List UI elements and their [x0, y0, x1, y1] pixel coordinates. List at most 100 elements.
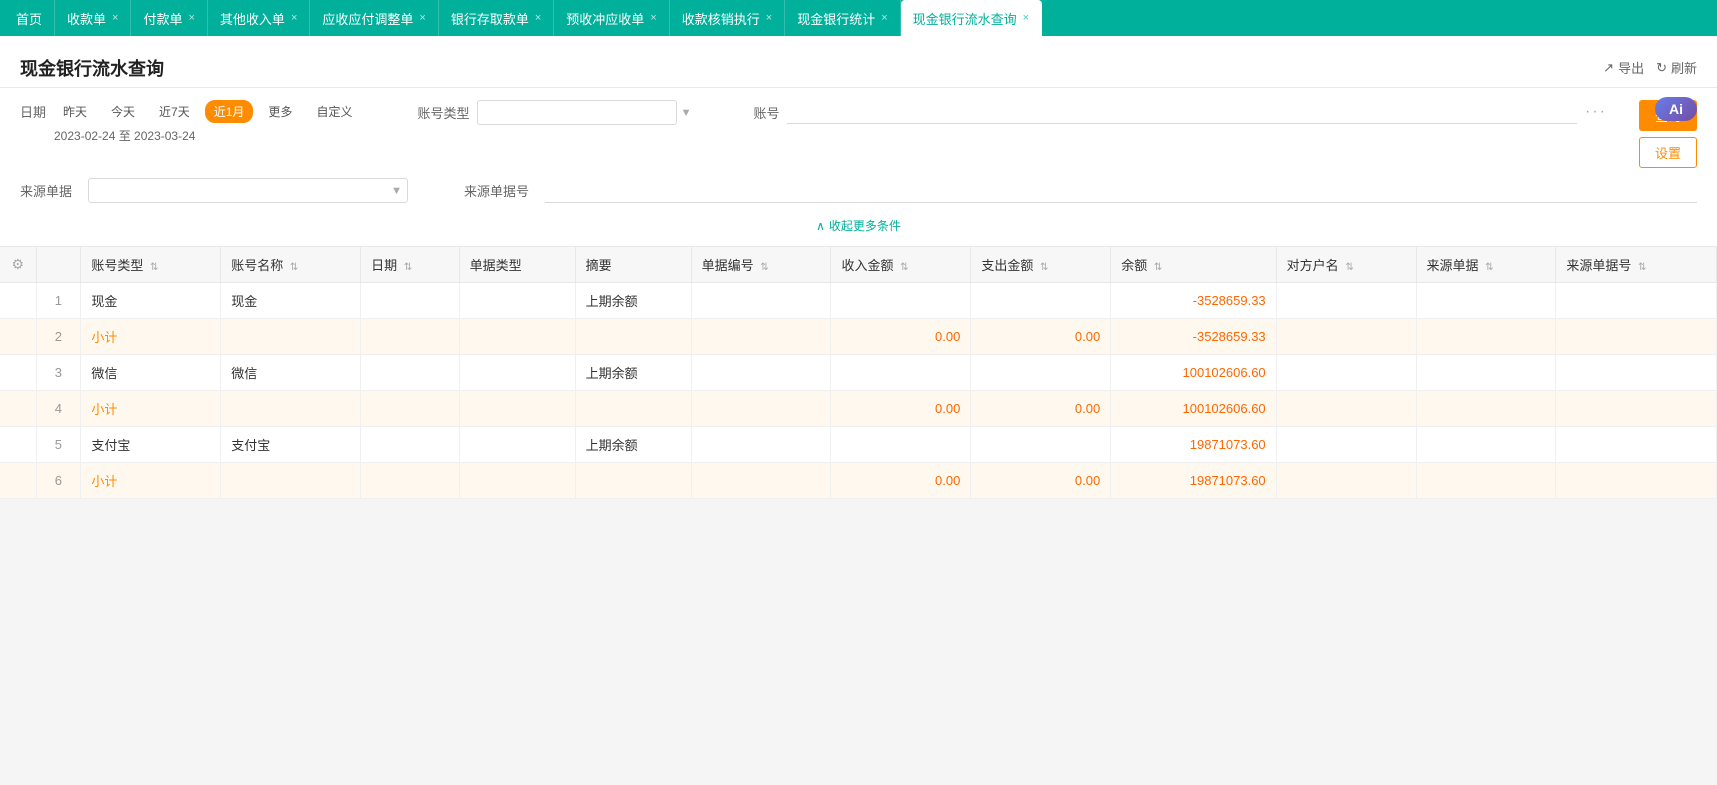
date-btn-7days[interactable]: 近7天: [150, 100, 199, 123]
nav-tab-bank-stat[interactable]: 现金银行统计 ×: [785, 0, 900, 36]
sort-balance-icon: ⇅: [1154, 262, 1162, 273]
nav-adjustment-label: 应收应付调整单: [322, 9, 413, 28]
nav-close-bank-flow[interactable]: ×: [1023, 12, 1029, 24]
nav-close-write-off[interactable]: ×: [766, 12, 772, 24]
nav-write-off-label: 收款核销执行: [682, 9, 760, 28]
table-cell: [1556, 355, 1717, 391]
refresh-icon: ↻: [1656, 60, 1667, 76]
table-cell: -3528659.33: [1111, 319, 1276, 355]
table-cell: [361, 427, 460, 463]
table-cell: [691, 463, 831, 499]
nav-close-adjustment[interactable]: ×: [419, 12, 425, 24]
nav-tab-bank-deposit[interactable]: 银行存取款单 ×: [439, 0, 554, 36]
table-cell: [971, 427, 1111, 463]
table-cell: 小计: [81, 391, 221, 427]
table-cell: [575, 463, 691, 499]
source-doc-select[interactable]: [88, 178, 408, 203]
sort-account-name-icon: ⇅: [290, 262, 298, 273]
col-source-doc[interactable]: 来源单据 ⇅: [1416, 247, 1556, 283]
nav-close-receipt[interactable]: ×: [112, 12, 118, 24]
account-type-label: 账号类型: [417, 103, 469, 122]
nav-close-bank-stat[interactable]: ×: [881, 12, 887, 24]
export-link[interactable]: ↗ 导出: [1603, 58, 1644, 77]
col-source-doc-no[interactable]: 来源单据号 ⇅: [1556, 247, 1717, 283]
table-cell: 0.00: [831, 319, 971, 355]
nav-tab-adjustment[interactable]: 应收应付调整单 ×: [310, 0, 438, 36]
refresh-link[interactable]: ↻ 刷新: [1656, 58, 1697, 77]
table-cell: [1416, 283, 1556, 319]
nav-bank-stat-label: 现金银行统计: [797, 9, 875, 28]
nav-close-bank-deposit[interactable]: ×: [535, 12, 541, 24]
nav-tab-receipt[interactable]: 收款单 ×: [55, 0, 131, 36]
account-type-select[interactable]: [477, 100, 677, 125]
col-counterparty[interactable]: 对方户名 ⇅: [1276, 247, 1416, 283]
date-btn-custom[interactable]: 自定义: [307, 100, 361, 123]
nav-tab-home[interactable]: 首页: [4, 0, 55, 36]
nav-close-payment[interactable]: ×: [188, 12, 194, 24]
nav-close-advance[interactable]: ×: [650, 12, 656, 24]
table-cell: 3: [36, 355, 81, 391]
date-btn-more[interactable]: 更多: [259, 100, 301, 123]
nav-bank-flow-label: 现金银行流水查询: [913, 9, 1017, 28]
top-nav: 首页 收款单 × 付款单 × 其他收入单 × 应收应付调整单 × 银行存取款单 …: [0, 0, 1717, 36]
source-doc-no-label: 来源单据号: [464, 181, 529, 200]
table-cell: [1416, 427, 1556, 463]
nav-tab-payment[interactable]: 付款单 ×: [131, 0, 207, 36]
table-cell: 100102606.60: [1111, 391, 1276, 427]
table-cell: [0, 427, 36, 463]
nav-bank-deposit-label: 银行存取款单: [451, 9, 529, 28]
collapse-bar[interactable]: ∧ 收起更多条件: [20, 213, 1697, 234]
table-row: 1现金现金上期余额-3528659.33: [0, 283, 1717, 319]
source-doc-no-input[interactable]: [545, 179, 1697, 203]
table-cell: 现金: [81, 283, 221, 319]
export-label: 导出: [1618, 58, 1644, 77]
table-cell: [971, 283, 1111, 319]
date-options: 昨天 今天 近7天 近1月 更多 自定义: [54, 100, 361, 123]
settings-button[interactable]: 设置: [1639, 137, 1697, 168]
table-cell: [691, 319, 831, 355]
table-cell: 0.00: [831, 391, 971, 427]
filter-area: 日期 昨天 今天 近7天 近1月 更多 自定义 2023-02-24 至 202…: [0, 88, 1717, 247]
date-btn-yesterday[interactable]: 昨天: [54, 100, 96, 123]
table-cell: [361, 463, 460, 499]
table-cell: [1556, 463, 1717, 499]
nav-receipt-label: 收款单: [67, 9, 106, 28]
nav-tab-advance[interactable]: 预收冲应收单 ×: [554, 0, 669, 36]
ai-label: Ai: [1669, 101, 1683, 117]
nav-tab-write-off[interactable]: 收款核销执行 ×: [670, 0, 785, 36]
table-cell: 微信: [221, 355, 361, 391]
sort-source-doc-icon: ⇅: [1485, 262, 1493, 273]
account-type-chevron-icon: ▼: [681, 107, 692, 119]
date-range-display: 2023-02-24 至 2023-03-24: [54, 129, 195, 143]
table-cell: 1: [36, 283, 81, 319]
table-row: 4小计0.000.00100102606.60: [0, 391, 1717, 427]
col-settings[interactable]: ⚙: [0, 247, 36, 283]
nav-close-other-income[interactable]: ×: [291, 12, 297, 24]
nav-tab-bank-flow[interactable]: 现金银行流水查询 ×: [901, 0, 1042, 36]
table-cell: [459, 319, 575, 355]
nav-payment-label: 付款单: [143, 9, 182, 28]
col-date[interactable]: 日期 ⇅: [361, 247, 460, 283]
col-balance[interactable]: 余额 ⇅: [1111, 247, 1276, 283]
col-account-name[interactable]: 账号名称 ⇅: [221, 247, 361, 283]
nav-tab-other-income[interactable]: 其他收入单 ×: [208, 0, 310, 36]
account-more-dots[interactable]: ···: [1585, 103, 1607, 121]
col-income[interactable]: 收入金额 ⇅: [831, 247, 971, 283]
account-input[interactable]: [787, 100, 1577, 124]
sort-date-icon: ⇅: [404, 262, 412, 273]
table-cell: [361, 355, 460, 391]
col-summary: 摘要: [575, 247, 691, 283]
collapse-up-icon: ∧: [816, 219, 825, 233]
col-expense[interactable]: 支出金额 ⇅: [971, 247, 1111, 283]
table-cell: [0, 283, 36, 319]
date-btn-1month[interactable]: 近1月: [205, 100, 254, 123]
ai-badge[interactable]: Ai: [1655, 97, 1697, 121]
col-doc-no[interactable]: 单据编号 ⇅: [691, 247, 831, 283]
date-btn-today[interactable]: 今天: [102, 100, 144, 123]
sort-income-icon: ⇅: [900, 262, 908, 273]
sort-counterparty-icon: ⇅: [1345, 262, 1353, 273]
table-row: 2小计0.000.00-3528659.33: [0, 319, 1717, 355]
sort-doc-no-icon: ⇅: [760, 262, 768, 273]
gear-icon[interactable]: ⚙: [11, 256, 24, 272]
col-account-type[interactable]: 账号类型 ⇅: [81, 247, 221, 283]
